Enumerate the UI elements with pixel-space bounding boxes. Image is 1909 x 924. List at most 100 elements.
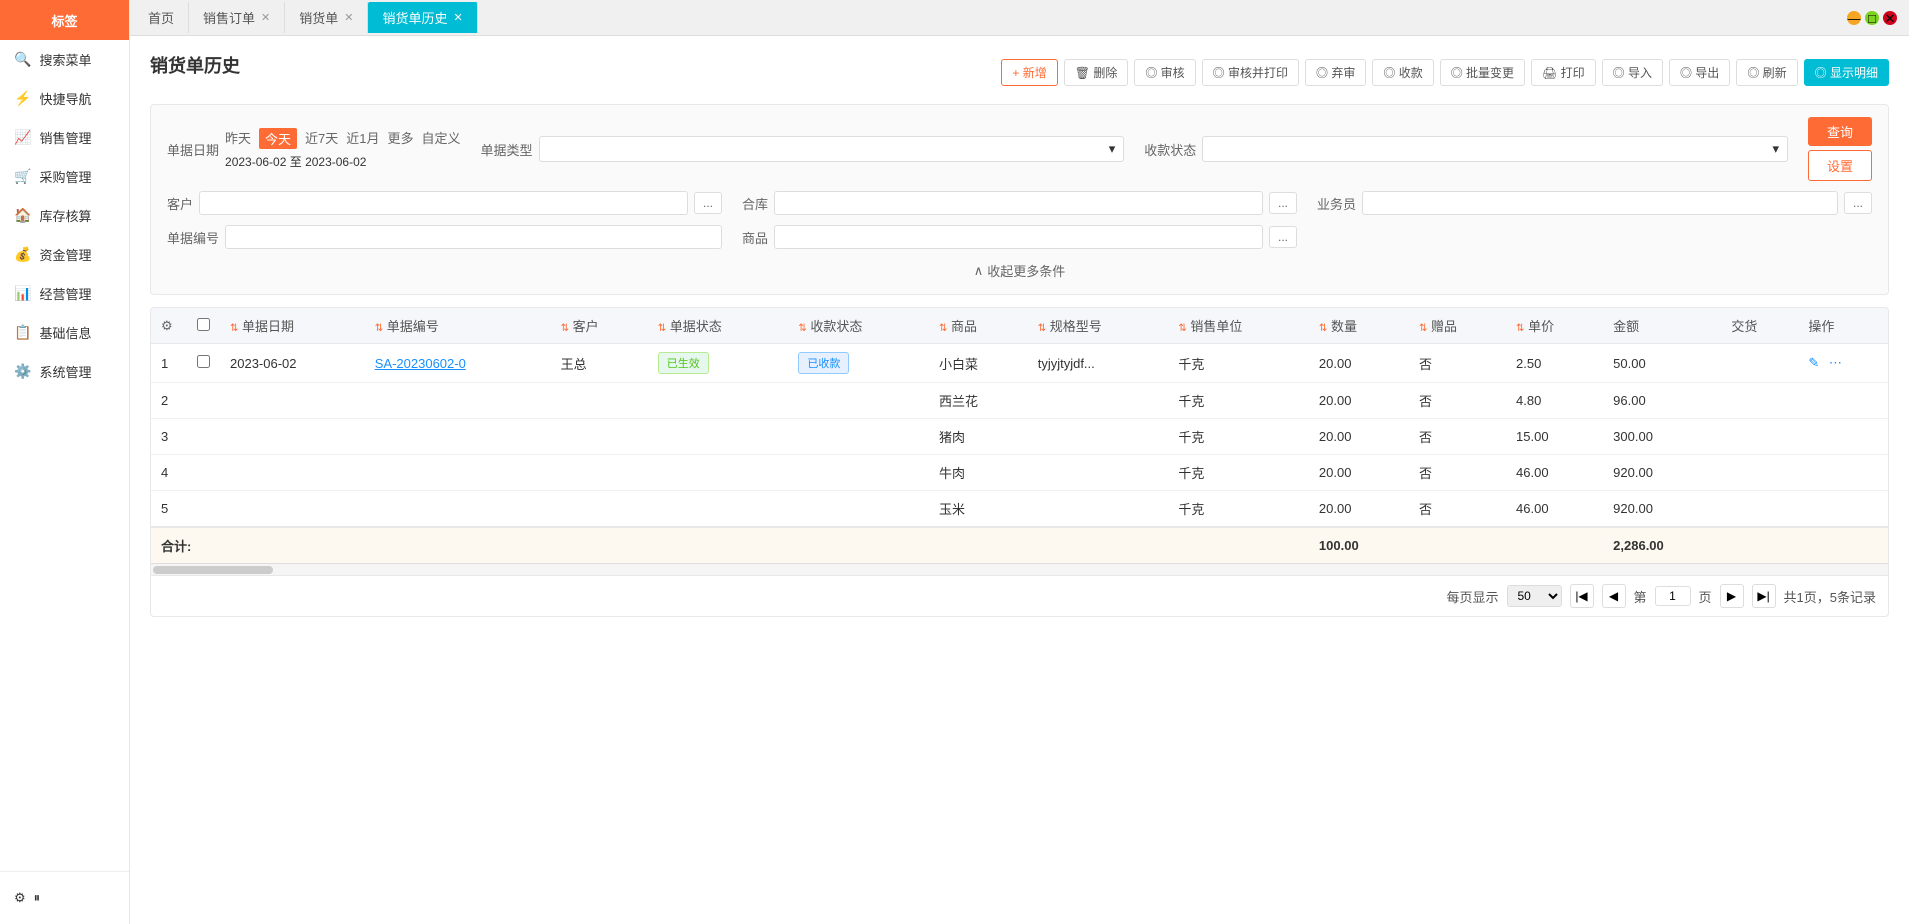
th-docno: ⇅ 单据编号 <box>365 308 551 344</box>
next-page-button[interactable]: ▶ <box>1720 584 1744 608</box>
first-page-button[interactable]: |◀ <box>1570 584 1594 608</box>
tab-sales-order[interactable]: 销售订单 ✕ <box>189 2 285 33</box>
cell-doc-status <box>648 383 789 419</box>
table-container: ⚙ ⇅ 单据日期 ⇅ 单据编号 <box>150 307 1889 617</box>
cell-gift: 否 <box>1409 491 1506 528</box>
sales-icon: 📈 <box>14 129 31 146</box>
table-row: 1 2023-06-02 SA-20230602-0 王总 已生效 已收款 小白… <box>151 344 1888 383</box>
cell-goods: 牛肉 <box>929 455 1028 491</box>
type-select[interactable]: ▾ <box>539 136 1125 162</box>
filter-date: 单据日期 昨天 今天 近7天 近1月 更多 自定义 2023-06-02 至 2… <box>167 128 461 170</box>
query-button[interactable]: 查询 <box>1808 117 1872 146</box>
customer-ellipsis[interactable]: ... <box>694 192 722 214</box>
horizontal-scrollbar[interactable] <box>151 563 1888 575</box>
cell-pay-status <box>788 419 929 455</box>
cell-gift: 否 <box>1409 419 1506 455</box>
goods-ellipsis[interactable]: ... <box>1269 226 1297 248</box>
cell-price: 2.50 <box>1506 344 1603 383</box>
cell-customer <box>551 419 648 455</box>
sidebar-item-operations[interactable]: 📊 经营管理 <box>0 274 129 313</box>
sidebar-item-finance[interactable]: 💰 资金管理 <box>0 235 129 274</box>
th-goods: ⇅ 商品 <box>929 308 1028 344</box>
date-custom[interactable]: 自定义 <box>422 128 461 149</box>
search-icon: 🔍 <box>14 51 31 68</box>
last-page-button[interactable]: ▶| <box>1752 584 1776 608</box>
th-doc-status: ⇅ 单据状态 <box>648 308 789 344</box>
cell-gift: 否 <box>1409 344 1506 383</box>
audit-button[interactable]: ◎ 审核 <box>1134 59 1195 86</box>
select-all-checkbox[interactable] <box>197 318 210 331</box>
cell-spec <box>1028 419 1169 455</box>
page-input[interactable] <box>1655 586 1691 606</box>
tab-sales-order-close[interactable]: ✕ <box>261 11 270 24</box>
refresh-button[interactable]: ◎ 刷新 <box>1736 59 1797 86</box>
filter-docno: 单据编号 <box>167 225 722 249</box>
delete-button[interactable]: 🗑 删除 <box>1064 59 1129 86</box>
footer-price <box>1506 527 1603 563</box>
page-size-select[interactable]: 50 100 200 <box>1507 585 1562 607</box>
status-select[interactable]: ▾ <box>1202 136 1788 162</box>
cell-pay-status <box>788 491 929 528</box>
cell-doc-status <box>648 419 789 455</box>
batch-change-button[interactable]: ◎ 批量变更 <box>1440 59 1525 86</box>
prev-page-button[interactable]: ◀ <box>1602 584 1626 608</box>
staff-ellipsis[interactable]: ... <box>1844 192 1872 214</box>
date-7days[interactable]: 近7天 <box>305 128 338 149</box>
new-button[interactable]: + 新增 <box>1001 59 1057 86</box>
tab-shipment-history[interactable]: 销货单历史 ✕ <box>368 2 477 33</box>
cell-checkbox <box>187 383 220 419</box>
sidebar-item-system[interactable]: ⚙️ 系统管理 <box>0 352 129 391</box>
date-label: 单据日期 <box>167 140 219 159</box>
date-more[interactable]: 更多 <box>388 128 414 149</box>
warehouse-input[interactable] <box>774 191 1263 215</box>
date-today[interactable]: 今天 <box>259 128 297 149</box>
purchase-icon: 🛒 <box>14 168 31 185</box>
cell-customer <box>551 491 648 528</box>
warehouse-ellipsis[interactable]: ... <box>1269 192 1297 214</box>
date-1month[interactable]: 近1月 <box>346 128 379 149</box>
import-button[interactable]: ◎ 导入 <box>1602 59 1663 86</box>
export-button[interactable]: ◎ 导出 <box>1669 59 1730 86</box>
maximize-button[interactable]: □ <box>1865 11 1879 25</box>
setting-button[interactable]: 设置 <box>1808 150 1872 181</box>
staff-input[interactable] <box>1362 191 1838 215</box>
sidebar-item-search[interactable]: 🔍 搜索菜单 <box>0 40 129 79</box>
sidebar-item-inventory[interactable]: 🏠 库存核算 <box>0 196 129 235</box>
scrollbar-thumb[interactable] <box>153 566 273 574</box>
cell-spec <box>1028 383 1169 419</box>
sidebar-item-nav[interactable]: ⚡ 快捷导航 <box>0 79 129 118</box>
doc-status-badge: 已生效 <box>658 352 709 374</box>
date-shortcuts: 昨天 今天 近7天 近1月 更多 自定义 <box>225 128 461 149</box>
more-icon[interactable]: ⋯ <box>1829 355 1842 370</box>
row-checkbox[interactable] <box>197 355 210 368</box>
display-button[interactable]: ◎ 显示明细 <box>1804 59 1889 86</box>
abandon-button[interactable]: ◎ 弃审 <box>1305 59 1366 86</box>
edit-icon[interactable]: ✎ <box>1808 355 1819 370</box>
sidebar-item-sales[interactable]: 📈 销售管理 <box>0 118 129 157</box>
print-button[interactable]: 🖨 打印 <box>1531 59 1596 86</box>
doc-no-link[interactable]: SA-20230602-0 <box>375 356 466 371</box>
audit-print-button[interactable]: ◎ 审核并打印 <box>1202 59 1299 86</box>
minimize-button[interactable]: — <box>1847 11 1861 25</box>
sidebar-settings-icon[interactable]: ⚙ ⏸ <box>0 880 129 916</box>
goods-input[interactable] <box>774 225 1263 249</box>
tab-shipment-history-close[interactable]: ✕ <box>454 11 463 24</box>
th-date: ⇅ 单据日期 <box>220 308 365 344</box>
tab-bar: 首页 销售订单 ✕ 销货单 ✕ 销货单历史 ✕ — □ ✕ <box>130 0 1909 36</box>
sidebar-item-basic[interactable]: 📋 基础信息 <box>0 313 129 352</box>
status-chevron: ▾ <box>1772 141 1779 157</box>
collapse-button[interactable]: ∧ 收起更多条件 <box>966 259 1074 282</box>
docno-input[interactable] <box>225 225 722 249</box>
date-yesterday[interactable]: 昨天 <box>225 128 251 149</box>
tab-shipment[interactable]: 销货单 ✕ <box>285 2 368 33</box>
tab-home[interactable]: 首页 <box>134 2 189 33</box>
sidebar-item-purchase[interactable]: 🛒 采购管理 <box>0 157 129 196</box>
close-button[interactable]: ✕ <box>1883 11 1897 25</box>
page-title: 销货单历史 <box>150 52 240 78</box>
table-settings-icon[interactable]: ⚙ <box>161 318 173 333</box>
customer-input[interactable] <box>199 191 688 215</box>
cell-amount: 920.00 <box>1603 455 1721 491</box>
table-header-row: ⚙ ⇅ 单据日期 ⇅ 单据编号 <box>151 308 1888 344</box>
collect-button[interactable]: ◎ 收款 <box>1372 59 1433 86</box>
tab-shipment-close[interactable]: ✕ <box>344 11 353 24</box>
